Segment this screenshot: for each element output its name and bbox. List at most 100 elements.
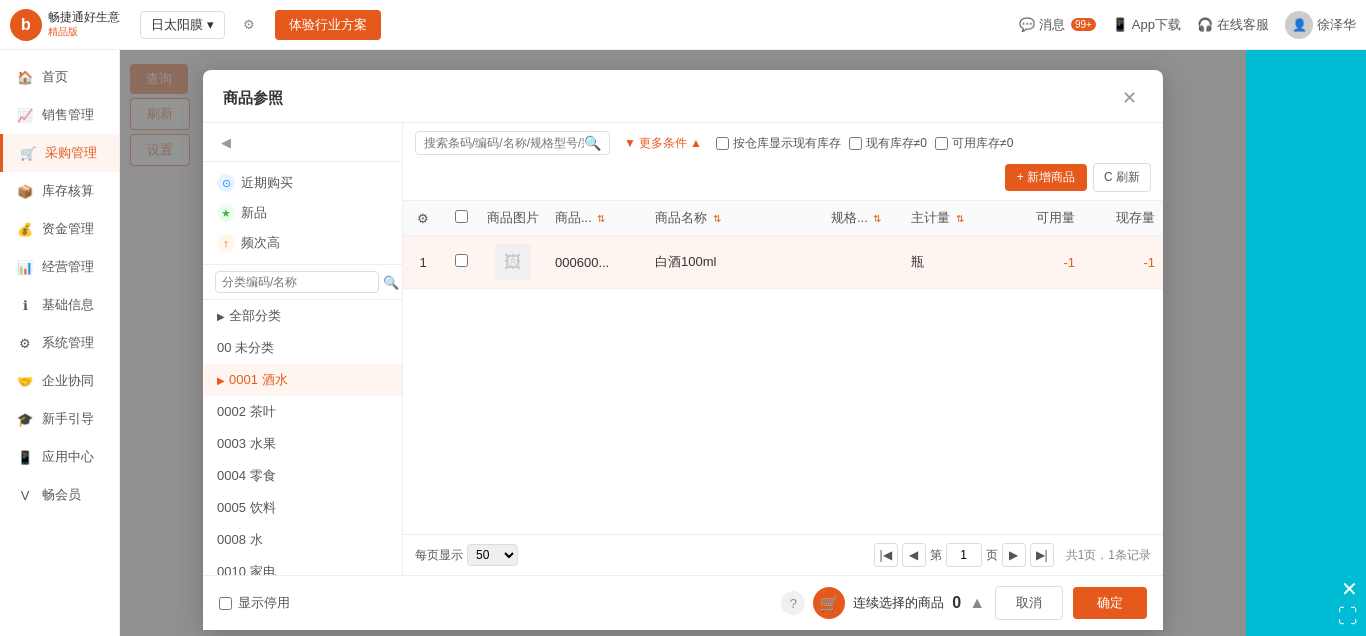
col-header-name[interactable]: 商品名称 ⇅ [647,201,823,236]
sidebar-item-guide[interactable]: 🎓 新手引导 [0,400,119,438]
product-toolbar: 🔍 ▼ 更多条件 ▲ 按仓库显示现有库存 [403,123,1163,201]
settings-col-icon[interactable]: ⚙ [417,211,429,226]
store-selector[interactable]: 日太阳膜 ▾ [140,11,225,39]
sidebar-item-apps[interactable]: 📱 应用中心 [0,438,119,476]
category-item-appliance[interactable]: 0010 家电 [203,556,402,575]
show-disabled-checkbox[interactable] [219,597,232,610]
sidebar-item-operation[interactable]: 📊 经营管理 [0,248,119,286]
collapse-button[interactable]: ◀ [215,131,237,153]
last-page-button[interactable]: ▶| [1030,543,1054,567]
modal-backdrop[interactable]: 商品参照 ✕ ◀ ⊙ 近期购买 [120,50,1246,636]
cancel-button[interactable]: 取消 [995,586,1063,620]
check-has-stock[interactable]: 现有库存≠0 [849,135,927,152]
close-icon[interactable]: ✕ [1115,84,1143,112]
category-item-uncategorized[interactable]: 00 未分类 [203,332,402,364]
sidebar-label-sales: 销售管理 [42,106,94,124]
has-stock-checkbox[interactable] [849,137,862,150]
cell-name: 白酒100ml [647,236,823,289]
page-size-dropdown[interactable]: 50 20 100 [467,544,518,566]
user-name: 徐泽华 [1317,16,1356,34]
next-page-button[interactable]: ▶ [1002,543,1026,567]
col-unit-label: 主计量 [911,210,950,225]
cart-collapse-icon[interactable]: ▲ [969,594,985,612]
chevron-up-icon: ▲ [690,136,702,150]
cell-img: 🖼 [479,236,547,289]
help-icon[interactable]: ? [781,591,805,615]
available-checkbox[interactable] [935,137,948,150]
show-disabled-label[interactable]: 显示停用 [219,594,290,612]
sidebar-item-finance[interactable]: 💰 资金管理 [0,210,119,248]
content-area: 查询 刷新 设置 商品参照 ✕ ◀ [120,50,1246,636]
cart-icon[interactable]: 🛒 [813,587,845,619]
confirm-button[interactable]: 确定 [1073,587,1147,619]
sidebar-item-purchase[interactable]: 🛒 采购管理 [0,134,119,172]
message-icon: 💬 [1019,17,1035,32]
sidebar-item-member[interactable]: V 畅会员 [0,476,119,514]
category-search-input[interactable] [215,271,379,293]
enterprise-icon: 🤝 [16,372,34,390]
category-item-beverage[interactable]: 0005 饮料 [203,492,402,524]
modal-title: 商品参照 [223,89,283,108]
by-warehouse-checkbox[interactable] [716,137,729,150]
more-filters-button[interactable]: ▼ 更多条件 ▲ [618,132,708,155]
table-row[interactable]: 1 🖼 [403,236,1163,289]
settings-icon[interactable]: ⚙ [233,9,265,41]
app-download-item[interactable]: 📱 App下载 [1112,16,1181,34]
frequent-icon: ↑ [217,234,235,252]
left-sidebar: 🏠 首页 📈 销售管理 🛒 采购管理 📦 库存核算 💰 资金管理 📊 经营管理 … [0,50,120,636]
quick-filter-frequent[interactable]: ↑ 频次高 [203,228,402,258]
page-input[interactable] [946,543,982,567]
online-service-item[interactable]: 🎧 在线客服 [1197,16,1269,34]
trial-button[interactable]: 体验行业方案 [275,10,381,40]
col-spec-label: 规格... [831,210,868,225]
right-bg-panel: ✕ ⛶ [1246,50,1366,636]
sidebar-label-purchase: 采购管理 [45,144,97,162]
category-label-beverage: 0005 饮料 [217,499,276,517]
category-item-all[interactable]: ▶ 全部分类 [203,300,402,332]
modal-product-panel: 🔍 ▼ 更多条件 ▲ 按仓库显示现有库存 [403,123,1163,575]
sidebar-label-finance: 资金管理 [42,220,94,238]
filter-icon: ▼ [624,136,636,150]
first-page-button[interactable]: |◀ [874,543,898,567]
col-header-code[interactable]: 商品... ⇅ [547,201,647,236]
refresh-button[interactable]: C 刷新 [1093,163,1151,192]
category-item-tea[interactable]: 0002 茶叶 [203,396,402,428]
recent-icon: ⊙ [217,174,235,192]
product-search-input[interactable] [424,136,584,150]
select-all-checkbox[interactable] [455,210,468,223]
check-available[interactable]: 可用库存≠0 [935,135,1013,152]
modal-category-panel: ◀ ⊙ 近期购买 ★ 新品 [203,123,403,575]
expand-right-icon[interactable]: ⛶ [1338,605,1358,628]
by-warehouse-label: 按仓库显示现有库存 [733,135,841,152]
category-item-snack[interactable]: 0004 零食 [203,460,402,492]
messages-item[interactable]: 💬 消息 99+ [1019,16,1096,34]
table-header-row: ⚙ 商品图片 [403,201,1163,236]
sidebar-item-system[interactable]: ⚙ 系统管理 [0,324,119,362]
sidebar-item-sales[interactable]: 📈 销售管理 [0,96,119,134]
user-avatar-item[interactable]: 👤 徐泽华 [1285,11,1356,39]
add-product-button[interactable]: + 新增商品 [1005,164,1087,191]
home-icon: 🏠 [16,68,34,86]
online-service-label: 在线客服 [1217,16,1269,34]
close-right-icon[interactable]: ✕ [1341,577,1358,601]
quick-filter-recent[interactable]: ⊙ 近期购买 [203,168,402,198]
row-checkbox[interactable] [455,254,468,267]
category-item-alcohol[interactable]: ▶ 0001 酒水 [203,364,402,396]
phone-icon: 📱 [1112,17,1128,32]
category-label-water: 0008 水 [217,531,263,549]
sidebar-item-inventory[interactable]: 📦 库存核算 [0,172,119,210]
quick-filter-recent-label: 近期购买 [241,174,293,192]
quick-filters: ⊙ 近期购买 ★ 新品 ↑ 频次高 [203,162,402,265]
quick-filter-new-label: 新品 [241,204,267,222]
check-by-warehouse[interactable]: 按仓库显示现有库存 [716,135,841,152]
quick-filter-new[interactable]: ★ 新品 [203,198,402,228]
category-item-fruit[interactable]: 0003 水果 [203,428,402,460]
col-header-spec[interactable]: 规格... ⇅ [823,201,903,236]
sidebar-item-enterprise[interactable]: 🤝 企业协同 [0,362,119,400]
sidebar-item-home[interactable]: 🏠 首页 [0,58,119,96]
available-label: 可用库存≠0 [952,135,1013,152]
sidebar-item-info[interactable]: ℹ 基础信息 [0,286,119,324]
prev-page-button[interactable]: ◀ [902,543,926,567]
col-header-unit[interactable]: 主计量 ⇅ [903,201,983,236]
category-item-water[interactable]: 0008 水 [203,524,402,556]
